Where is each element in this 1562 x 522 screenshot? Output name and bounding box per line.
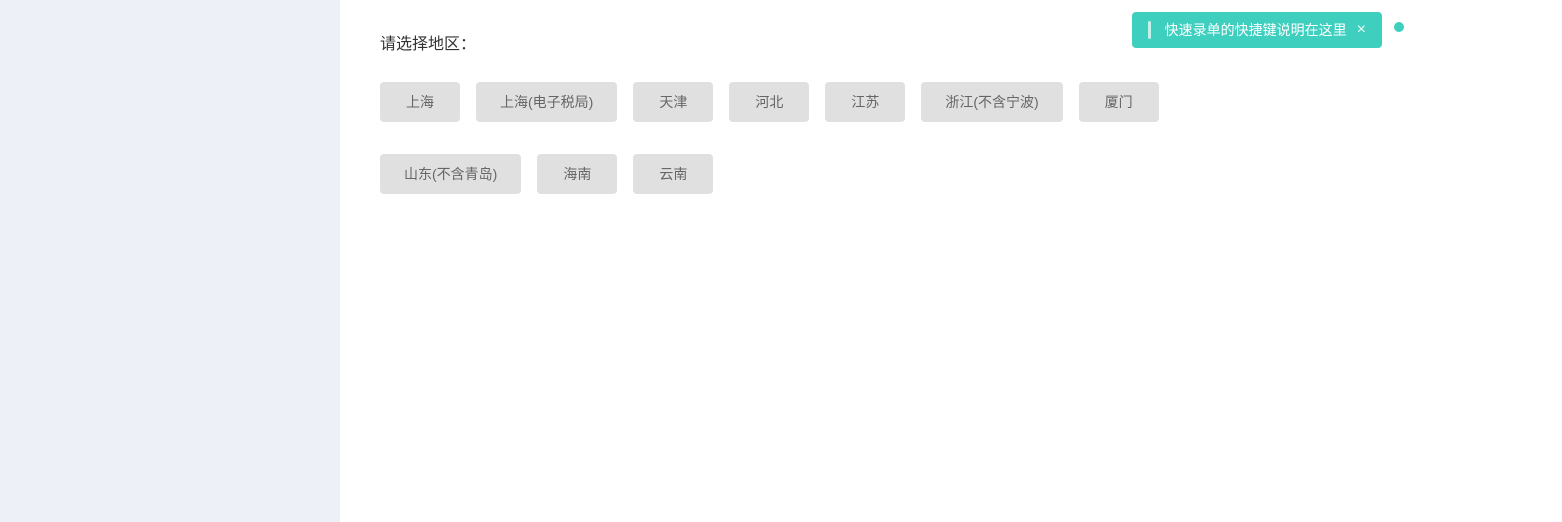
sidebar <box>0 0 340 522</box>
region-btn-tianjin[interactable]: 天津 <box>633 82 713 122</box>
tooltip-close-button[interactable]: × <box>1357 22 1366 38</box>
region-btn-hebei[interactable]: 河北 <box>729 82 809 122</box>
region-btn-shanghai-etax[interactable]: 上海(电子税局) <box>476 82 617 122</box>
region-btn-yunnan[interactable]: 云南 <box>633 154 713 194</box>
region-btn-xiamen[interactable]: 厦门 <box>1079 82 1159 122</box>
region-btn-zhejiang[interactable]: 浙江(不含宁波) <box>921 82 1062 122</box>
main-content: 请选择地区： 上海上海(电子税局)天津河北江苏浙江(不含宁波)厦门山东(不含青岛… <box>340 0 1562 522</box>
region-btn-shanghai[interactable]: 上海 <box>380 82 460 122</box>
tooltip-dot <box>1394 22 1404 32</box>
tooltip-text: 快速录单的快捷键说明在这里 <box>1165 20 1347 40</box>
tooltip-bubble: 快速录单的快捷键说明在这里 × <box>1132 12 1382 48</box>
region-btn-hainan[interactable]: 海南 <box>537 154 617 194</box>
region-btn-shandong[interactable]: 山东(不含青岛) <box>380 154 521 194</box>
region-btn-jiangsu[interactable]: 江苏 <box>825 82 905 122</box>
region-buttons: 上海上海(电子税局) 天津河北江苏浙江(不含宁波) 厦门山东(不含青岛) 海南云南 <box>380 82 1522 194</box>
